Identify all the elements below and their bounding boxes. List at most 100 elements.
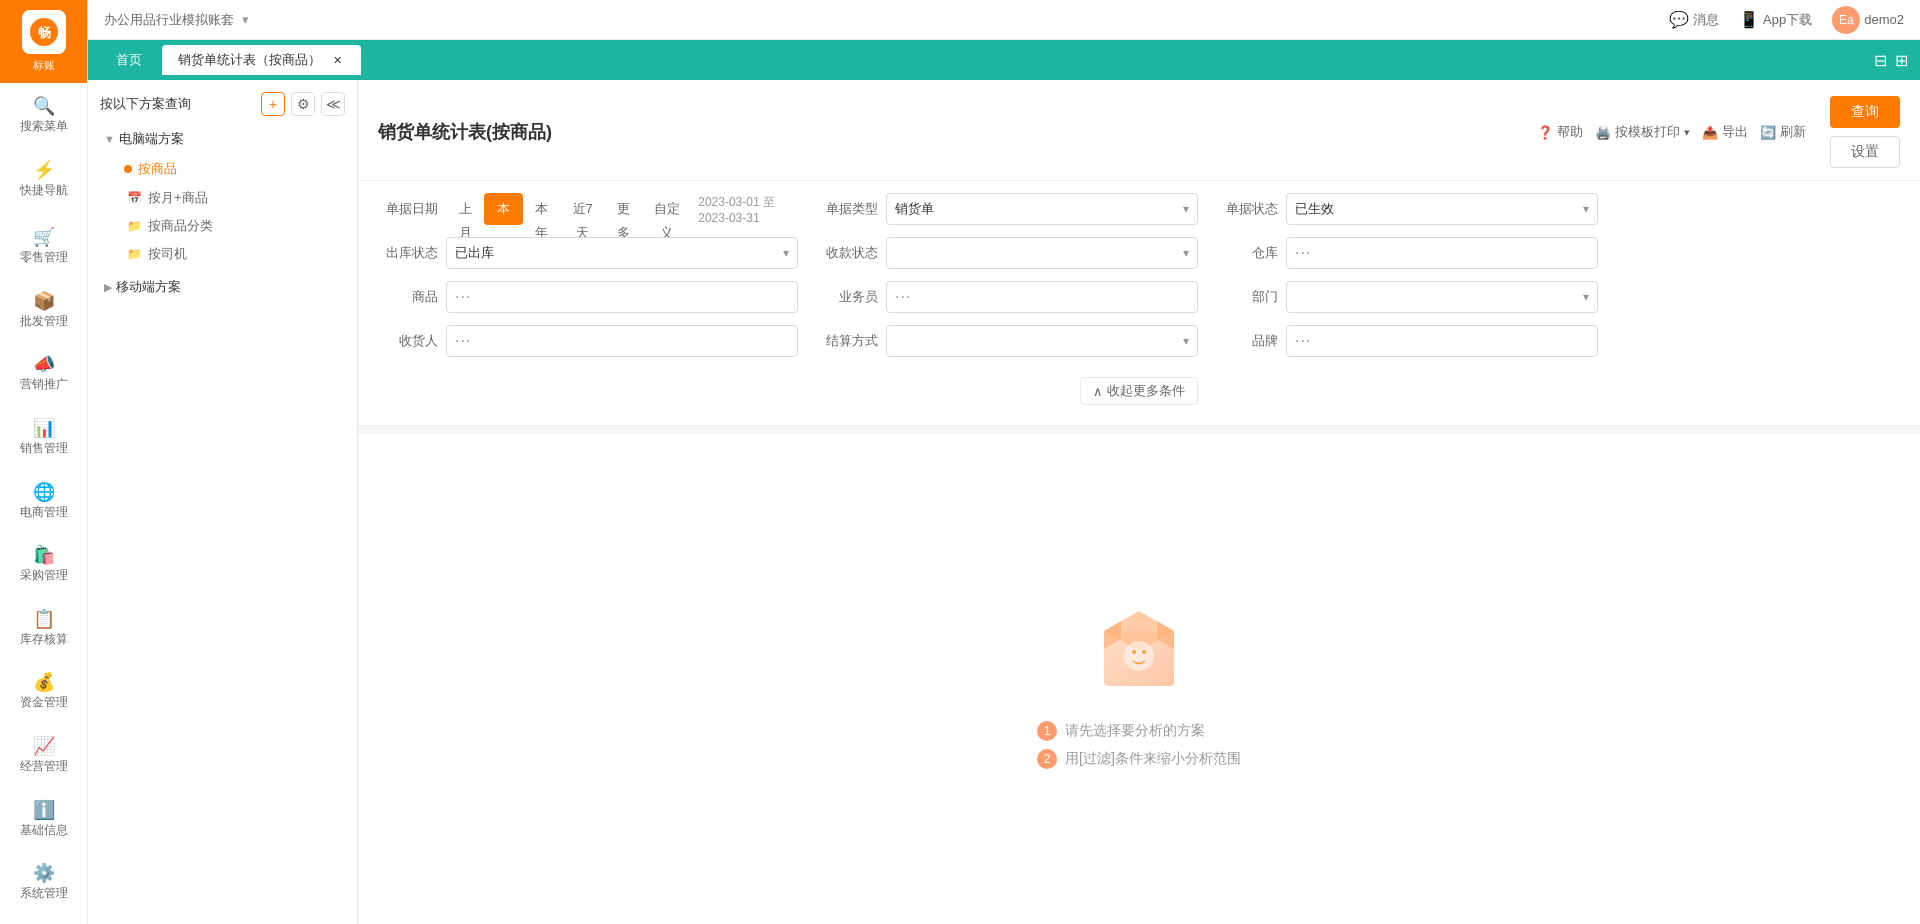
tree-item-by-month-product-label: 按月+商品: [148, 189, 208, 207]
salesperson-input[interactable]: ···: [886, 281, 1198, 313]
tree-desktop-label: 电脑端方案: [119, 130, 184, 148]
user-menu[interactable]: Ea demo2: [1832, 6, 1904, 34]
date-btn-custom[interactable]: 自定义: [643, 193, 691, 225]
date-btn-this-month[interactable]: 本月: [484, 193, 522, 225]
help-button[interactable]: ❓ 帮助: [1537, 123, 1583, 141]
tab-minimize-icon[interactable]: ⊟: [1874, 51, 1887, 70]
out-status-select[interactable]: 已出库 ▾: [446, 237, 798, 269]
brand-input[interactable]: ···: [1286, 325, 1598, 357]
salesperson-dots: ···: [895, 288, 911, 306]
print-button[interactable]: 🖨️ 按模板打印 ▾: [1595, 123, 1690, 141]
product-label: 商品: [378, 288, 438, 306]
out-status-field: 出库状态 已出库 ▾: [378, 237, 798, 269]
document-type-select[interactable]: 销货单 ▾: [886, 193, 1198, 225]
sidebar-item-quick-nav[interactable]: ⚡ 快捷导航: [0, 147, 87, 211]
refresh-button[interactable]: 🔄 刷新: [1760, 123, 1806, 141]
date-btn-last-month[interactable]: 上月: [446, 193, 484, 225]
step-num-1: 1: [1037, 721, 1057, 741]
message-button[interactable]: 💬 消息: [1669, 10, 1719, 29]
settlement-label: 结算方式: [818, 332, 878, 350]
sidebar-item-marketing[interactable]: 📣 营销推广: [0, 341, 87, 405]
svg-point-6: [1124, 641, 1154, 671]
main-content: 办公用品行业模拟账套 ▾ 💬 消息 📱 App下载 Ea demo2 首页: [88, 0, 1920, 924]
left-panel-actions: + ⚙ ≪: [261, 92, 345, 116]
export-button[interactable]: 📤 导出: [1702, 123, 1748, 141]
topbar-right: 💬 消息 📱 App下载 Ea demo2: [1669, 6, 1904, 34]
document-status-field: 单据状态 已生效 ▾: [1218, 193, 1598, 225]
sidebar-item-base-info[interactable]: ℹ️ 基础信息: [0, 787, 87, 851]
document-type-value: 销货单: [895, 200, 934, 218]
page-header: 销货单统计表(按商品) ❓ 帮助 🖨️ 按模板打印 ▾ 📤 导出: [358, 80, 1920, 181]
scheme-settings-button[interactable]: ⚙: [291, 92, 315, 116]
sidebar-item-enterprise[interactable]: 🤝 企业协同: [0, 914, 87, 924]
app-download-button[interactable]: 📱 App下载: [1739, 10, 1812, 29]
tree-desktop-section[interactable]: ▼ 电脑端方案: [96, 124, 349, 154]
tree-item-by-product[interactable]: 按商品: [96, 154, 349, 184]
sidebar-item-search[interactable]: 🔍 搜索菜单: [0, 83, 87, 147]
sidebar-item-retail[interactable]: 🛒 零售管理: [0, 214, 87, 278]
sidebar-item-wholesale[interactable]: 📦 批发管理: [0, 278, 87, 342]
payment-status-select[interactable]: ▾: [886, 237, 1198, 269]
step-num-2: 2: [1037, 749, 1057, 769]
tab-home[interactable]: 首页: [100, 45, 158, 75]
department-select[interactable]: ▾: [1286, 281, 1598, 313]
tree-item-by-cashier[interactable]: 📁 按司机: [96, 240, 349, 268]
search-icon: 🔍: [33, 95, 55, 117]
tree-item-by-product-category[interactable]: 📁 按商品分类: [96, 212, 349, 240]
product-input[interactable]: ···: [446, 281, 798, 313]
sidebar-item-finance[interactable]: 💰 资金管理: [0, 659, 87, 723]
tab-close-icon[interactable]: ✕: [329, 52, 345, 68]
sidebar-item-label-quick-nav: 快捷导航: [20, 183, 68, 199]
settings-button[interactable]: 设置: [1830, 136, 1900, 168]
document-type-label: 单据类型: [818, 200, 878, 218]
tree-expand-icon: ▼: [104, 133, 115, 145]
inventory-icon: 📋: [33, 608, 55, 630]
department-field: 部门 ▾: [1218, 281, 1598, 313]
sidebar-item-purchase[interactable]: 🛍️ 采购管理: [0, 532, 87, 596]
warehouse-dots: ···: [1295, 244, 1311, 262]
tab-maximize-icon[interactable]: ⊞: [1895, 51, 1908, 70]
left-panel: 按以下方案查询 + ⚙ ≪ ▼ 电脑端方案 按商品: [88, 80, 358, 924]
settlement-select[interactable]: ▾: [886, 325, 1198, 357]
sidebar-item-inventory[interactable]: 📋 库存核算: [0, 596, 87, 660]
sidebar-item-label-purchase: 采购管理: [20, 568, 68, 584]
tree-mobile-section[interactable]: ▶ 移动端方案: [96, 272, 349, 302]
message-icon: 💬: [1669, 10, 1689, 29]
collapse-button[interactable]: ∧ 收起更多条件: [1080, 377, 1198, 405]
warehouse-input[interactable]: ···: [1286, 237, 1598, 269]
industry-dropdown-icon[interactable]: ▾: [242, 12, 249, 27]
date-btn-more[interactable]: 更多: [604, 193, 642, 225]
recipient-input[interactable]: ···: [446, 325, 798, 357]
sidebar: 畅 标账 🔍 搜索菜单 ⚡ 快捷导航 🛒 零售管理 📦 批发管理 📣 营销推广 …: [0, 0, 88, 924]
print-dropdown-icon: ▾: [1684, 126, 1690, 139]
refresh-label: 刷新: [1780, 123, 1806, 141]
settlement-field: 结算方式 ▾: [818, 325, 1198, 357]
help-label: 帮助: [1557, 123, 1583, 141]
empty-steps-list: 1 请先选择要分析的方案 2 用[过滤]条件来缩小分析范围: [1037, 721, 1241, 777]
filter-row-1: 单据日期 上月 本月 本年 近7天 更多 自定义 2023-03-01 至 20…: [378, 193, 1900, 225]
payment-status-chevron: ▾: [1183, 246, 1189, 260]
tabbar: 首页 销货单统计表（按商品） ✕ ⊟ ⊞: [88, 40, 1920, 80]
filter-row-3: 商品 ··· 业务员 ··· 部门: [378, 281, 1900, 313]
tab-home-label: 首页: [116, 51, 142, 69]
tab-sales-stats[interactable]: 销货单统计表（按商品） ✕: [162, 45, 361, 75]
quick-nav-icon: ⚡: [33, 159, 55, 181]
document-status-select[interactable]: 已生效 ▾: [1286, 193, 1598, 225]
sidebar-item-system[interactable]: ⚙️ 系统管理: [0, 850, 87, 914]
date-label: 单据日期: [378, 200, 438, 218]
date-btn-last-7days[interactable]: 近7天: [561, 193, 604, 225]
filter-area: 单据日期 上月 本月 本年 近7天 更多 自定义 2023-03-01 至 20…: [358, 181, 1920, 426]
sidebar-item-sales[interactable]: 📊 销售管理: [0, 405, 87, 469]
sidebar-item-label-ecommerce: 电商管理: [20, 505, 68, 521]
date-range-value: 2023-03-01 至 2023-03-31: [698, 194, 798, 225]
collapse-panel-button[interactable]: ≪: [321, 92, 345, 116]
add-scheme-button[interactable]: +: [261, 92, 285, 116]
date-btn-this-year[interactable]: 本年: [523, 193, 561, 225]
sidebar-item-operations[interactable]: 📈 经营管理: [0, 723, 87, 787]
sidebar-item-label-sales: 销售管理: [20, 441, 68, 457]
tree-item-by-month-product[interactable]: 📅 按月+商品: [96, 184, 349, 212]
sidebar-item-ecommerce[interactable]: 🌐 电商管理: [0, 469, 87, 533]
app-logo[interactable]: 畅 标账: [0, 0, 87, 83]
query-button[interactable]: 查询: [1830, 96, 1900, 128]
retail-icon: 🛒: [33, 226, 55, 248]
